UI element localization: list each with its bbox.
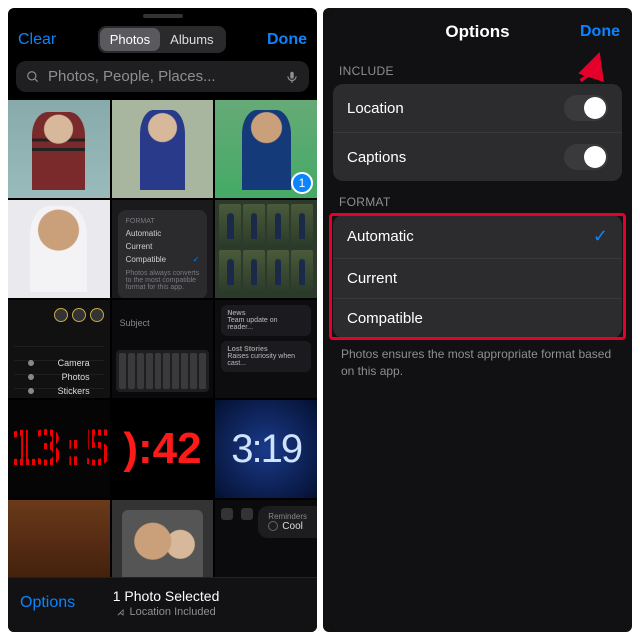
segment-albums[interactable]: Albums (160, 28, 223, 51)
location-label: Location (347, 100, 404, 117)
photo-thumb[interactable] (215, 200, 317, 298)
done-button[interactable]: Done (580, 23, 620, 41)
search-icon (26, 70, 40, 84)
page-title: Options (445, 22, 509, 42)
captions-label: Captions (347, 149, 406, 166)
photo-thumb[interactable]: Subject (112, 300, 214, 398)
format-group: Automatic ✓ Current Compatible (333, 215, 622, 338)
photo-thumb[interactable]: FORMAT Automatic Current Compatible Phot… (112, 200, 214, 298)
section-format-label: FORMAT (323, 181, 632, 215)
photo-thumb[interactable]: 13:5 (8, 400, 110, 498)
photo-thumb[interactable] (8, 500, 110, 577)
view-segment[interactable]: Photos Albums (98, 26, 226, 53)
options-screen: Options Done INCLUDE Location Captions F… (323, 8, 632, 632)
photo-thumb[interactable]: ):42 (112, 400, 214, 498)
format-current-label: Current (347, 270, 397, 287)
photo-grid: 1 FORMAT Automatic Current Compatible Ph… (8, 100, 317, 577)
checkmark-icon: ✓ (593, 226, 608, 247)
location-toggle[interactable] (564, 95, 608, 121)
include-group: Location Captions (333, 84, 622, 181)
picker-toolbar: Options 1 Photo Selected Location Includ… (8, 577, 317, 632)
location-icon (115, 606, 128, 619)
format-footer-note: Photos ensures the most appropriate form… (323, 338, 632, 380)
photo-thumb[interactable]: 3:19 (215, 400, 317, 498)
format-automatic-label: Automatic (347, 228, 414, 245)
selection-count: 1 Photo Selected (113, 588, 220, 604)
location-row[interactable]: Location (333, 84, 622, 132)
format-popup-preview: FORMAT Automatic Current Compatible Phot… (118, 210, 208, 298)
format-automatic-row[interactable]: Automatic ✓ (333, 215, 622, 258)
photo-thumb[interactable]: Reminders Cool (215, 500, 317, 577)
segment-photos[interactable]: Photos (100, 28, 160, 51)
done-button[interactable]: Done (267, 31, 307, 49)
photo-picker-screen: Clear Photos Albums Done Photos, People,… (8, 8, 317, 632)
search-field[interactable]: Photos, People, Places... (16, 61, 309, 92)
captions-row[interactable]: Captions (333, 132, 622, 181)
search-placeholder: Photos, People, Places... (48, 68, 277, 85)
photo-thumb[interactable] (112, 500, 214, 577)
format-compatible-row[interactable]: Compatible (333, 298, 622, 338)
sheet-grabber[interactable] (143, 14, 183, 18)
photo-thumb[interactable] (8, 200, 110, 298)
location-included-label: Location Included (113, 606, 220, 618)
clear-button[interactable]: Clear (18, 31, 56, 49)
format-compatible-label: Compatible (347, 310, 423, 327)
photo-thumb[interactable] (8, 100, 110, 198)
picker-header: Clear Photos Albums Done (8, 22, 317, 61)
photo-thumb[interactable]: Camera Photos Stickers Audio (8, 300, 110, 398)
photo-thumb-selected[interactable]: 1 (215, 100, 317, 198)
options-header: Options Done (323, 8, 632, 50)
photo-thumb[interactable]: NewsTeam update on reader... Lost Storie… (215, 300, 317, 398)
photo-thumb[interactable] (112, 100, 214, 198)
captions-toggle[interactable] (564, 144, 608, 170)
options-button[interactable]: Options (20, 594, 75, 612)
format-current-row[interactable]: Current (333, 258, 622, 298)
section-include-label: INCLUDE (323, 50, 632, 84)
dictate-icon[interactable] (285, 70, 299, 84)
